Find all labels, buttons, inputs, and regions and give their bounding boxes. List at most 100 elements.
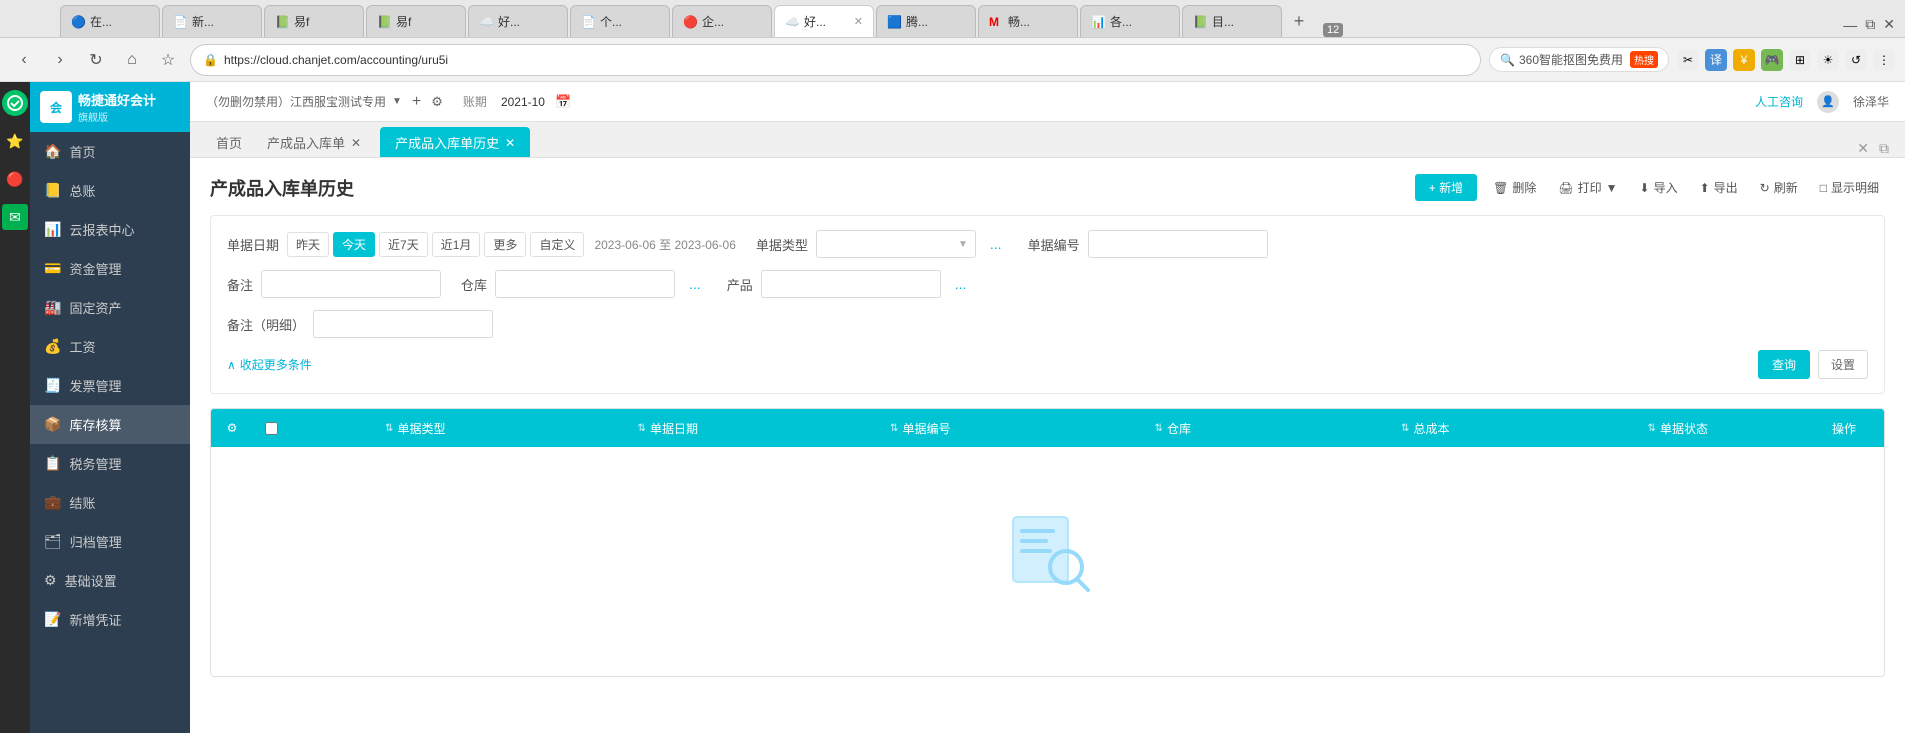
browser-tab-10[interactable]: M 畅...: [978, 5, 1078, 37]
print-dropdown-icon[interactable]: ▼: [1606, 181, 1618, 195]
display-detail-toggle[interactable]: □ 显示明细: [1814, 175, 1885, 200]
tab-close-8[interactable]: ✕: [848, 15, 863, 28]
th-status[interactable]: ⇅ 单据状态: [1552, 420, 1805, 437]
product-ellipsis[interactable]: ...: [949, 276, 973, 292]
warehouse-ellipsis[interactable]: ...: [683, 276, 707, 292]
cut-ext-icon[interactable]: ✂: [1677, 49, 1699, 71]
browser-tab-2[interactable]: 📄 新...: [162, 5, 262, 37]
type-ellipsis[interactable]: ...: [984, 236, 1008, 252]
calendar-icon[interactable]: 📅: [555, 94, 571, 110]
th-cost[interactable]: ⇅ 总成本: [1299, 420, 1552, 437]
bookmark-button[interactable]: ☆: [154, 46, 182, 74]
sidebar-item-checkout[interactable]: 💼 结账: [30, 483, 190, 522]
browser-tab-7[interactable]: 🔴 企...: [672, 5, 772, 37]
sidebar-item-invoice[interactable]: 🧾 发票管理: [30, 366, 190, 405]
close-button[interactable]: ✕: [1883, 16, 1895, 33]
product-input[interactable]: [761, 270, 941, 298]
number-label: 单据编号: [1028, 235, 1080, 254]
browser-tab-8[interactable]: ☁️ 好... ✕: [774, 5, 874, 37]
query-button[interactable]: 查询: [1758, 350, 1810, 379]
collapse-button[interactable]: ∧ 收起更多条件: [227, 350, 312, 379]
reload-ext-icon[interactable]: ↺: [1845, 49, 1867, 71]
sidebar-item-payroll[interactable]: 💰 工资: [30, 327, 190, 366]
back-button[interactable]: ‹: [10, 46, 38, 74]
bc-tab-history-close[interactable]: ✕: [505, 136, 515, 150]
bc-tab-list[interactable]: 产成品入库单 ✕: [252, 127, 376, 157]
settings-ext-icon[interactable]: ⋮: [1873, 49, 1895, 71]
warehouse-input[interactable]: [495, 270, 675, 298]
search-extension[interactable]: 🔍 360智能抠图免费用 热搜: [1489, 47, 1669, 72]
sidebar-item-home[interactable]: 🏠 首页: [30, 132, 190, 171]
browser-tab-3[interactable]: 📗 易f: [264, 5, 364, 37]
new-tab-button[interactable]: +: [1284, 5, 1314, 37]
print-button[interactable]: 🖨 打印 ▼: [1552, 175, 1623, 200]
th-checkbox[interactable]: [253, 422, 289, 435]
th-date[interactable]: ⇅ 单据日期: [542, 420, 795, 437]
yuan-ext-icon[interactable]: ¥: [1733, 49, 1755, 71]
sidebar-item-inventory[interactable]: 📦 库存核算: [30, 405, 190, 444]
sidebar-item-reports[interactable]: 📊 云报表中心: [30, 210, 190, 249]
rail-icon-star[interactable]: ⭐: [2, 128, 28, 154]
company-settings-icon[interactable]: ⚙: [431, 94, 443, 110]
minimize-button[interactable]: —: [1843, 17, 1857, 33]
refresh-button[interactable]: ↻: [82, 46, 110, 74]
archive-icon: 🗂: [44, 533, 62, 550]
th-warehouse[interactable]: ⇅ 仓库: [1047, 420, 1300, 437]
select-all-checkbox[interactable]: [265, 422, 278, 435]
bc-tab-history[interactable]: 产成品入库单历史 ✕: [380, 127, 530, 157]
page-expand-button[interactable]: ⧉: [1879, 140, 1889, 157]
sidebar-item-fixed[interactable]: 🏭 固定资产: [30, 288, 190, 327]
rail-icon-green[interactable]: [2, 90, 28, 116]
sidebar-item-archive[interactable]: 🗂 归档管理: [30, 522, 190, 561]
settings-button[interactable]: 设置: [1818, 350, 1868, 379]
date-more[interactable]: 更多: [484, 232, 526, 257]
sidebar-item-tax[interactable]: 📋 税务管理: [30, 444, 190, 483]
th-number[interactable]: ⇅ 单据编号: [794, 420, 1047, 437]
sidebar-item-funds[interactable]: 💳 资金管理: [30, 249, 190, 288]
bc-tab-list-close[interactable]: ✕: [351, 136, 361, 150]
browser-tab-6[interactable]: 📄 个...: [570, 5, 670, 37]
import-button[interactable]: ⬇ 导入: [1634, 175, 1684, 200]
add-button[interactable]: + 新增: [1415, 174, 1477, 201]
company-selector[interactable]: （勿删勿禁用）江西服宝测试专用 ▼: [206, 93, 402, 110]
date-yesterday[interactable]: 昨天: [287, 232, 329, 257]
date-today[interactable]: 今天: [333, 232, 375, 257]
th-settings[interactable]: ⚙: [211, 421, 253, 435]
browser-tab-1[interactable]: 🔵 在...: [60, 5, 160, 37]
date-1month[interactable]: 近1月: [432, 232, 481, 257]
refresh-button[interactable]: ↻ 刷新: [1754, 175, 1804, 200]
brightness-ext-icon[interactable]: ☀: [1817, 49, 1839, 71]
user-name[interactable]: 徐泽华: [1853, 93, 1889, 110]
forward-button[interactable]: ›: [46, 46, 74, 74]
detail-remark-input[interactable]: [313, 310, 493, 338]
grid-ext-icon[interactable]: ⊞: [1789, 49, 1811, 71]
th-type[interactable]: ⇅ 单据类型: [289, 420, 542, 437]
type-select[interactable]: [816, 230, 976, 258]
remark-input[interactable]: [261, 270, 441, 298]
home-button[interactable]: ⌂: [118, 46, 146, 74]
browser-tab-4[interactable]: 📗 易f: [366, 5, 466, 37]
browser-tab-12[interactable]: 📗 目...: [1182, 5, 1282, 37]
sidebar-item-base[interactable]: ⚙ 基础设置: [30, 561, 190, 600]
sidebar-item-new[interactable]: 📝 新增凭证: [30, 600, 190, 639]
delete-button[interactable]: 🗑 删除: [1487, 175, 1542, 200]
browser-tab-11[interactable]: 📊 各...: [1080, 5, 1180, 37]
rail-icon-weibo[interactable]: 🔴: [2, 166, 28, 192]
page-close-button[interactable]: ✕: [1847, 140, 1879, 157]
breadcrumb-home[interactable]: 首页: [206, 127, 252, 157]
game-ext-icon[interactable]: 🎮: [1761, 49, 1783, 71]
restore-button[interactable]: ⧉: [1865, 16, 1875, 33]
sidebar-item-ledger[interactable]: 📒 总账: [30, 171, 190, 210]
translate-ext-icon[interactable]: 译: [1705, 49, 1727, 71]
number-input[interactable]: [1088, 230, 1268, 258]
export-button[interactable]: ⬆ 导出: [1694, 175, 1744, 200]
date-custom[interactable]: 自定义: [530, 232, 584, 257]
url-bar[interactable]: 🔒 https://cloud.chanjet.com/accounting/u…: [190, 44, 1481, 76]
browser-tab-5[interactable]: ☁️ 好...: [468, 5, 568, 37]
date-7days[interactable]: 近7天: [379, 232, 428, 257]
service-button[interactable]: 人工咨询: [1755, 93, 1803, 110]
browser-tab-9[interactable]: 🟦 腾...: [876, 5, 976, 37]
add-company-button[interactable]: +: [412, 93, 421, 111]
rail-icon-mail[interactable]: ✉: [2, 204, 28, 230]
period-value[interactable]: 2021-10: [501, 95, 545, 109]
